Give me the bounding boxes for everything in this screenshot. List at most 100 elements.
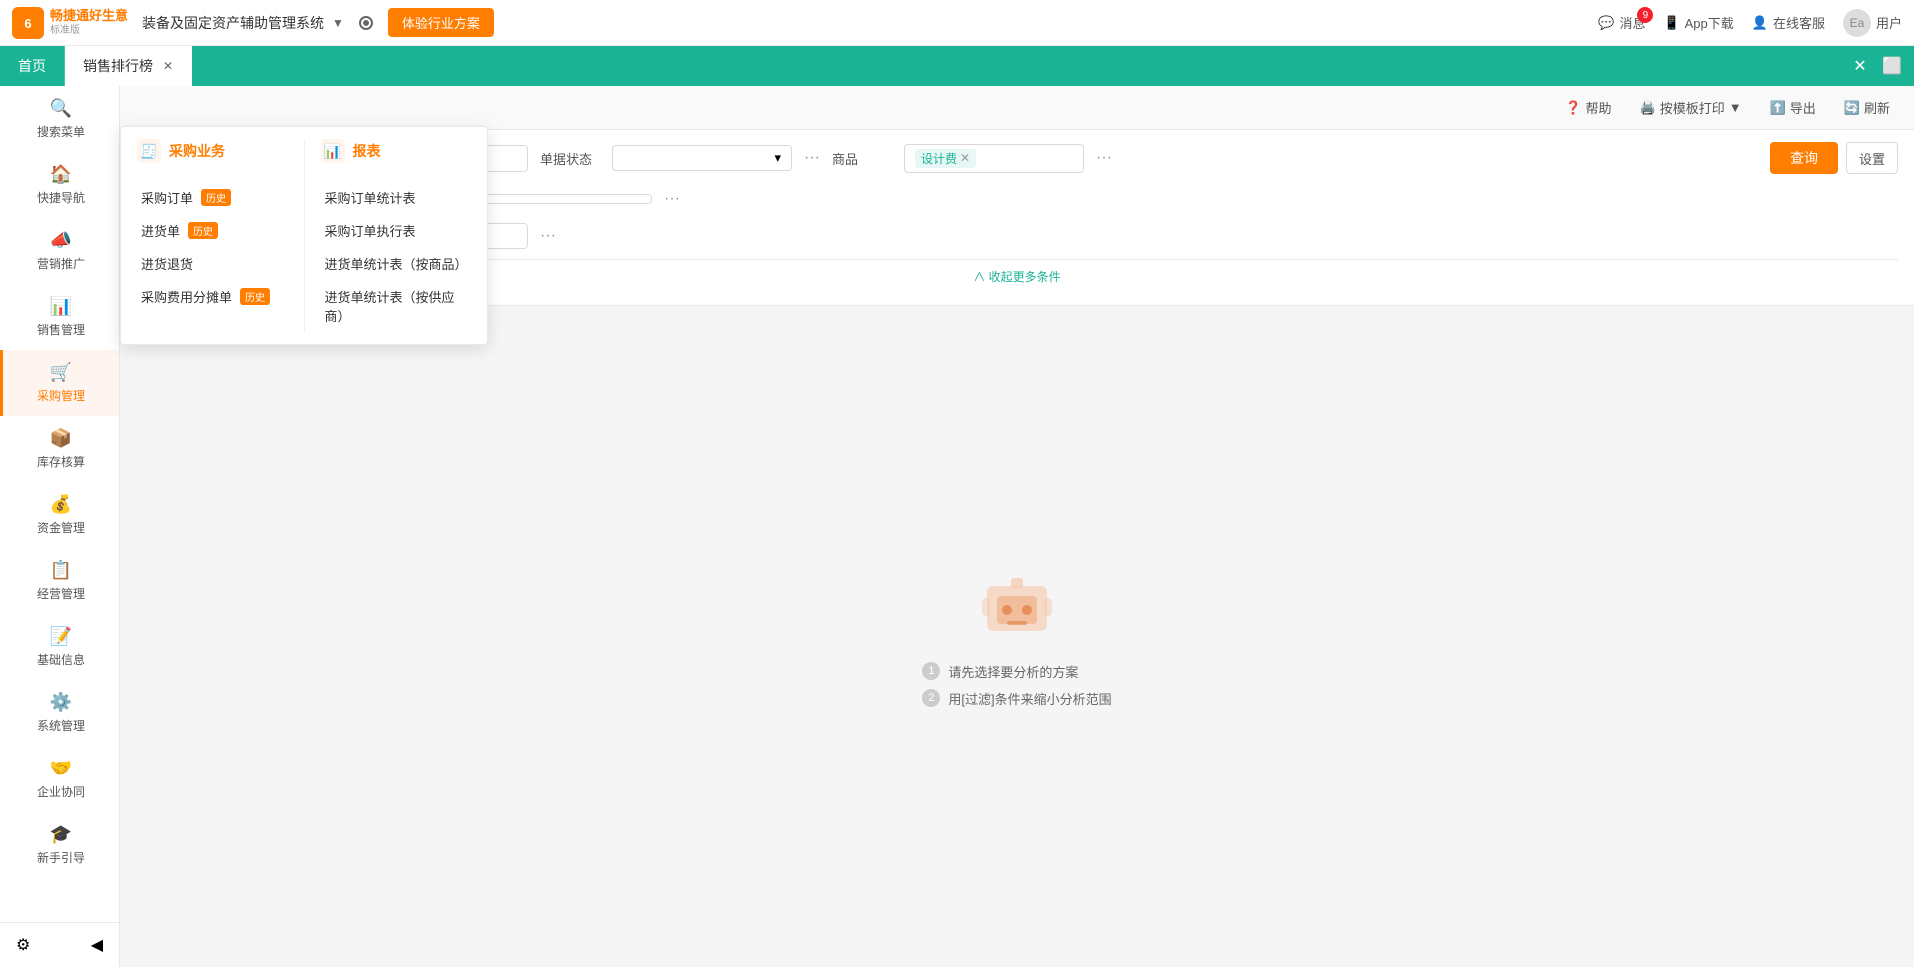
sidebar-item-basic-info[interactable]: 📝 基础信息 [0, 614, 119, 680]
tab-bar: 首页 销售排行榜 ✕ ✕ ⬜ [0, 46, 1914, 86]
help-icon: ❓ [1565, 100, 1581, 116]
salesperson-input[interactable] [472, 194, 652, 204]
export-icon: ⬆️ [1770, 100, 1786, 116]
collaboration-icon: 🤝 [50, 758, 72, 779]
operations-icon: 📋 [50, 560, 72, 581]
header-right: 💬 消息 9 📱 App下载 👤 在线客服 Ea 用户 [1598, 9, 1902, 37]
home-icon: 🏠 [50, 164, 72, 185]
sidebar-item-system[interactable]: ⚙️ 系统管理 [0, 680, 119, 746]
purchase-icon: 🛒 [50, 362, 72, 383]
print-icon: 🖨️ [1640, 100, 1656, 116]
empty-state: 1 请先选择要分析的方案 2 用[过滤]条件来缩小分析范围 [120, 306, 1914, 967]
finance-icon: 💰 [50, 494, 72, 515]
empty-text: 1 请先选择要分析的方案 2 用[过滤]条件来缩小分析范围 [922, 662, 1111, 708]
help-btn[interactable]: ❓ 帮助 [1557, 94, 1619, 121]
menu-item-order-exec[interactable]: 采购订单执行表 [321, 214, 472, 247]
query-actions: 查询 设置 [1770, 142, 1898, 174]
purchase-section-title: 🧾 采购业务 [137, 139, 288, 169]
user-btn[interactable]: Ea 用户 [1843, 9, 1902, 37]
top-header: 6 畅捷通好生意 标准版 装备及固定资产辅助管理系统 ▼ 体验行业方案 💬 消息… [0, 0, 1914, 46]
sidebar-collapse-btn[interactable]: ◀ [91, 935, 103, 955]
export-btn[interactable]: ⬆️ 导出 [1762, 94, 1824, 121]
goods-tag-close[interactable]: ✕ [960, 151, 970, 165]
sidebar-item-collaboration[interactable]: 🤝 企业协同 [0, 746, 119, 812]
sidebar-item-finance[interactable]: 💰 资金管理 [0, 482, 119, 548]
hint-num-1: 1 [922, 662, 940, 680]
industry-btn[interactable]: 体验行业方案 [388, 8, 494, 37]
salesperson-dots[interactable]: ··· [664, 190, 680, 208]
sidebar-item-inventory[interactable]: 📦 库存核算 [0, 416, 119, 482]
menu-item-incoming-stats-goods[interactable]: 进货单统计表（按商品） [321, 247, 472, 280]
tab-sales-ranking[interactable]: 销售排行榜 ✕ [65, 46, 192, 86]
tab-home[interactable]: 首页 [0, 46, 65, 86]
print-btn[interactable]: 🖨️ 按模板打印 ▼ [1632, 94, 1750, 121]
sales-icon: 📊 [50, 296, 72, 317]
menu-item-return[interactable]: 进货退货 [137, 247, 288, 280]
doc-status-select[interactable]: ▾ [612, 145, 792, 171]
query-btn[interactable]: 查询 [1770, 142, 1838, 174]
purchase-section-icon: 🧾 [137, 139, 161, 163]
goods-dots[interactable]: ··· [1096, 149, 1112, 167]
report-section-icon: 📊 [321, 139, 345, 163]
report-section-title: 📊 报表 [321, 139, 472, 169]
messages-badge: 9 [1637, 7, 1653, 23]
menu-item-order-stats[interactable]: 采购订单统计表 [321, 181, 472, 214]
menu-item-purchase-order[interactable]: 采购订单 历史 [137, 181, 288, 214]
goods-label: 商品 [832, 149, 892, 168]
app-download-btn[interactable]: 📱 App下载 [1663, 13, 1733, 32]
sidebar-item-search[interactable]: 🔍 搜索菜单 [0, 86, 119, 152]
sidebar-item-purchase[interactable]: 🛒 采购管理 [0, 350, 119, 416]
main-area: 🔍 搜索菜单 🏠 快捷导航 📣 营销推广 📊 销售管理 🛒 采购管理 📦 库存核… [0, 86, 1914, 967]
sidebar-settings-btn[interactable]: ⚙ [16, 935, 30, 955]
search-icon: 🔍 [50, 98, 72, 119]
online-service-btn[interactable]: 👤 在线客服 [1752, 13, 1825, 32]
messages-btn[interactable]: 💬 消息 9 [1598, 13, 1645, 32]
tab-close-all-btn[interactable]: ✕ [1846, 52, 1874, 80]
customer-dots[interactable]: ··· [540, 227, 556, 245]
logo-icon: 6 [12, 7, 44, 39]
menu-item-incoming[interactable]: 进货单 历史 [137, 214, 288, 247]
empty-hint-2: 2 用[过滤]条件来缩小分析范围 [922, 689, 1111, 708]
menu-item-expense[interactable]: 采购费用分摊单 历史 [137, 280, 288, 313]
empty-hint-1: 1 请先选择要分析的方案 [922, 662, 1111, 681]
content-area: 🧾 采购业务 采购订单 历史 进货单 历史 进货退货 采购费用分摊单 历史 [120, 86, 1914, 967]
sidebar: 🔍 搜索菜单 🏠 快捷导航 📣 营销推广 📊 销售管理 🛒 采购管理 📦 库存核… [0, 86, 120, 967]
system-title: 装备及固定资产辅助管理系统 [142, 13, 324, 33]
history-tag-2: 历史 [188, 222, 218, 239]
settings-small-btn[interactable]: 设置 [1846, 142, 1898, 174]
sidebar-item-quicknav[interactable]: 🏠 快捷导航 [0, 152, 119, 218]
header-settings-btn[interactable] [352, 9, 380, 37]
svg-text:6: 6 [24, 16, 31, 31]
history-tag: 历史 [201, 189, 231, 206]
tab-maximize-btn[interactable]: ⬜ [1878, 52, 1906, 80]
doc-status-dots[interactable]: ··· [804, 149, 820, 167]
hint-num-2: 2 [922, 689, 940, 707]
sidebar-item-newbie[interactable]: 🎓 新手引导 [0, 812, 119, 878]
chevron-down-icon: ▾ [774, 150, 781, 166]
sidebar-item-sales[interactable]: 📊 销售管理 [0, 284, 119, 350]
purchase-section: 🧾 采购业务 采购订单 历史 进货单 历史 进货退货 采购费用分摊单 历史 [121, 139, 304, 332]
history-tag-3: 历史 [240, 288, 270, 305]
system-dropdown-btn[interactable]: ▼ [332, 16, 344, 30]
header-middle: 装备及固定资产辅助管理系统 ▼ 体验行业方案 [142, 8, 494, 37]
marketing-icon: 📣 [50, 230, 72, 251]
report-section: 📊 报表 采购订单统计表 采购订单执行表 进货单统计表（按商品） 进货单统计表（… [304, 139, 488, 332]
logo-text: 畅捷通好生意 标准版 [50, 8, 128, 38]
tab-controls: ✕ ⬜ [1838, 46, 1914, 86]
dropdown-menu: 🧾 采购业务 采购订单 历史 进货单 历史 进货退货 采购费用分摊单 历史 [120, 126, 488, 345]
basic-info-icon: 📝 [50, 626, 72, 647]
sidebar-item-marketing[interactable]: 📣 营销推广 [0, 218, 119, 284]
goods-input[interactable]: 设计费 ✕ [904, 144, 1084, 173]
newbie-icon: 🎓 [50, 824, 72, 845]
logo-area: 6 畅捷通好生意 标准版 [12, 7, 132, 39]
avatar: Ea [1843, 9, 1871, 37]
sidebar-item-operations[interactable]: 📋 经营管理 [0, 548, 119, 614]
doc-status-label: 单据状态 [540, 149, 600, 168]
print-dropdown-icon: ▼ [1729, 100, 1742, 115]
menu-item-incoming-stats-supplier[interactable]: 进货单统计表（按供应商） [321, 280, 472, 332]
refresh-icon: 🔄 [1844, 100, 1860, 116]
top-toolbar: ❓ 帮助 🖨️ 按模板打印 ▼ ⬆️ 导出 🔄 刷新 [120, 86, 1914, 130]
tab-close-btn[interactable]: ✕ [163, 59, 173, 73]
refresh-btn[interactable]: 🔄 刷新 [1836, 94, 1898, 121]
sidebar-footer: ⚙ ◀ [0, 922, 119, 967]
